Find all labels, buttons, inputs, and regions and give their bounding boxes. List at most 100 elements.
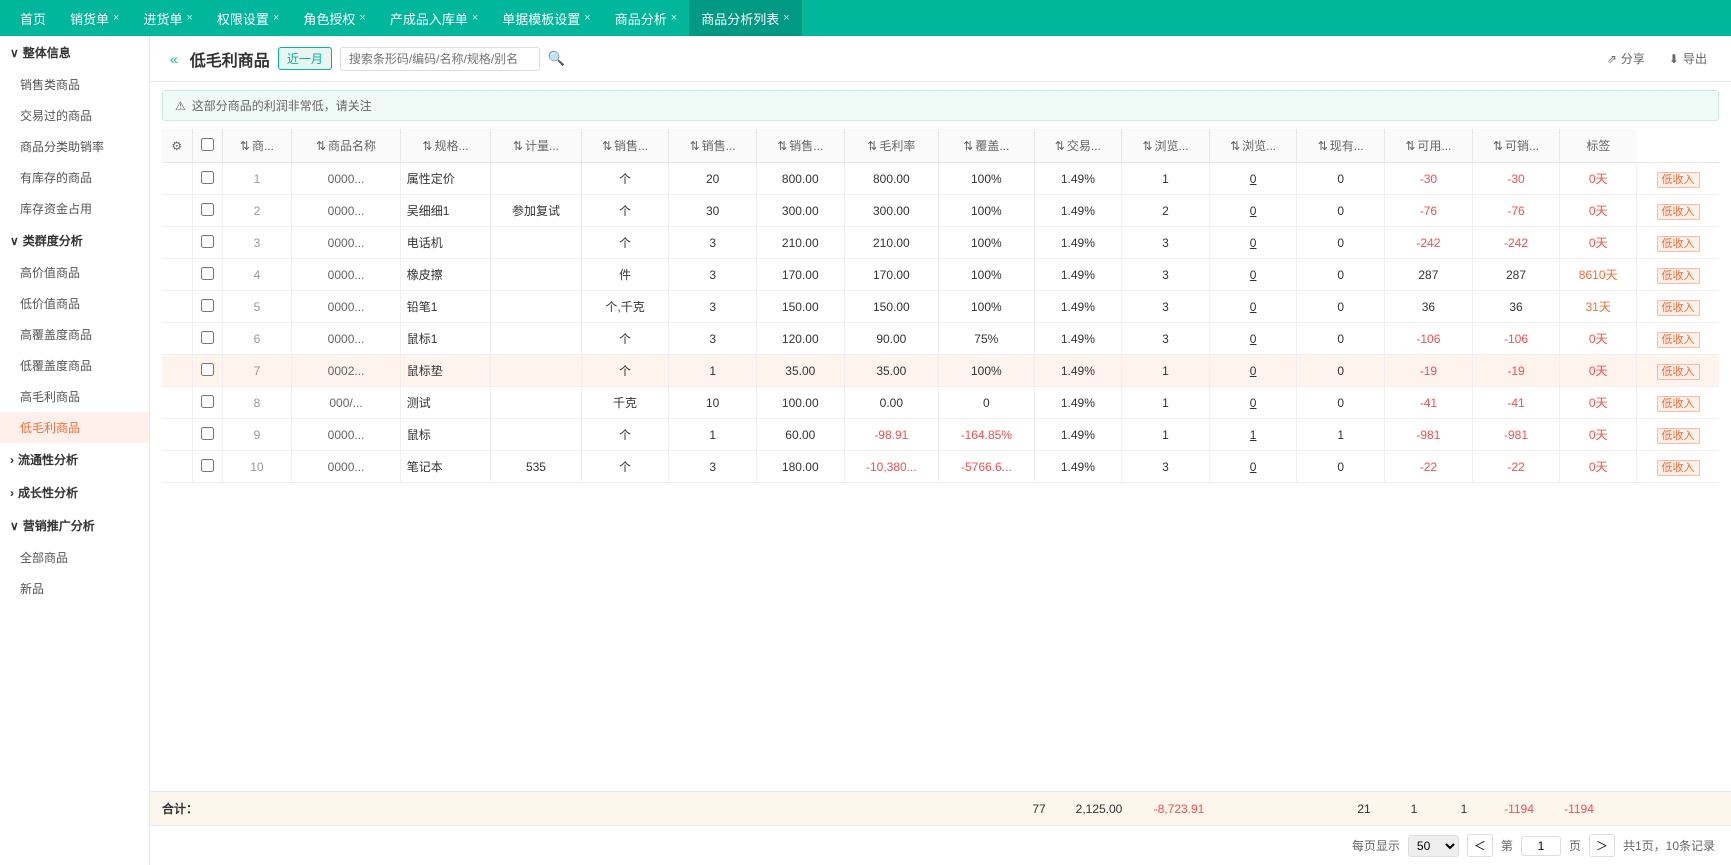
th-code[interactable]: ⇅ 商... <box>222 129 292 163</box>
sidebar-collapse-btn[interactable]: « <box>166 51 182 67</box>
sidebar-item-sales-products[interactable]: 销售类商品 <box>0 69 149 100</box>
sidebar-group-cluster[interactable]: ∨ 类群度分析 <box>0 224 149 257</box>
cell-checkbox[interactable] <box>192 195 222 227</box>
nav-close-role-auth[interactable]: × <box>359 12 365 24</box>
cell-name[interactable]: 铅笔1 <box>400 291 491 323</box>
page-number-input[interactable] <box>1521 836 1561 856</box>
th-sales-amount[interactable]: ⇅ 销售... <box>669 129 757 163</box>
th-browse2[interactable]: ⇅ 浏览... <box>1209 129 1297 163</box>
cell-checkbox[interactable] <box>192 163 222 195</box>
sidebar-group-overall[interactable]: ∨ 整体信息 <box>0 36 149 69</box>
th-available-stock[interactable]: ⇅ 可用... <box>1385 129 1473 163</box>
sidebar-item-all-products[interactable]: 全部商品 <box>0 542 149 573</box>
cell-name[interactable]: 鼠标 <box>400 419 491 451</box>
th-trade-count[interactable]: ⇅ 交易... <box>1034 129 1122 163</box>
time-filter-btn[interactable]: 近一月 <box>278 47 332 70</box>
nav-product-analysis[interactable]: 商品分析 × <box>603 0 689 36</box>
search-input[interactable] <box>340 47 540 71</box>
sidebar-item-high-margin[interactable]: 高毛利商品 <box>0 381 149 412</box>
sidebar-group-marketing[interactable]: ∨ 营销推广分析 <box>0 509 149 542</box>
select-all-checkbox[interactable] <box>201 138 214 151</box>
cell-browse1[interactable]: 0 <box>1209 323 1297 355</box>
next-page-btn[interactable]: ＞ <box>1589 834 1615 857</box>
cell-checkbox[interactable] <box>192 451 222 483</box>
nav-sales-order[interactable]: 销货单 × <box>58 0 131 36</box>
nav-close-sales-order[interactable]: × <box>113 12 119 24</box>
th-name[interactable]: ⇅ 商品名称 <box>292 129 400 163</box>
cell-name[interactable]: 橡皮擦 <box>400 259 491 291</box>
cell-browse1[interactable]: 0 <box>1209 259 1297 291</box>
cell-checkbox[interactable] <box>192 419 222 451</box>
th-spec[interactable]: ⇅ 规格... <box>400 129 491 163</box>
cell-checkbox[interactable] <box>192 291 222 323</box>
cell-name[interactable]: 吴细细1 <box>400 195 491 227</box>
sidebar-item-low-coverage[interactable]: 低覆盖度商品 <box>0 350 149 381</box>
export-button[interactable]: ⬇ 导出 <box>1661 46 1715 71</box>
cell-name[interactable]: 鼠标1 <box>400 323 491 355</box>
cell-name[interactable]: 鼠标垫 <box>400 355 491 387</box>
cell-checkbox[interactable] <box>192 355 222 387</box>
prev-page-btn[interactable]: ＜ <box>1467 834 1493 857</box>
nav-close-product-analysis[interactable]: × <box>671 12 677 24</box>
cell-browse1[interactable]: 0 <box>1209 355 1297 387</box>
th-sellable-days[interactable]: ⇅ 可销... <box>1472 129 1560 163</box>
row-checkbox[interactable] <box>201 427 214 440</box>
sidebar-group-growth[interactable]: › 成长性分析 <box>0 476 149 509</box>
search-button[interactable]: 🔍 <box>548 50 565 67</box>
nav-template-settings[interactable]: 单据模板设置 × <box>490 0 602 36</box>
nav-product-inbound[interactable]: 产成品入库单 × <box>378 0 490 36</box>
th-coverage[interactable]: ⇅ 覆盖... <box>939 129 1034 163</box>
nav-close-template[interactable]: × <box>584 12 590 24</box>
sidebar-group-circulation[interactable]: › 流通性分析 <box>0 443 149 476</box>
row-checkbox[interactable] <box>201 395 214 408</box>
th-sales-profit[interactable]: ⇅ 销售... <box>756 129 844 163</box>
sidebar-item-high-value[interactable]: 高价值商品 <box>0 257 149 288</box>
nav-product-analysis-list[interactable]: 商品分析列表 × <box>689 0 801 36</box>
th-tag[interactable]: 标签 <box>1560 129 1637 163</box>
sidebar-item-new-products[interactable]: 新品 <box>0 573 149 604</box>
row-checkbox[interactable] <box>201 459 214 472</box>
cell-browse1[interactable]: 0 <box>1209 451 1297 483</box>
cell-browse1[interactable]: 0 <box>1209 291 1297 323</box>
row-checkbox[interactable] <box>201 299 214 312</box>
cell-browse1[interactable]: 0 <box>1209 163 1297 195</box>
th-gross-margin[interactable]: ⇅ 毛利率 <box>844 129 938 163</box>
th-unit[interactable]: ⇅ 计量... <box>491 129 582 163</box>
row-checkbox[interactable] <box>201 331 214 344</box>
nav-permission-settings[interactable]: 权限设置 × <box>205 0 291 36</box>
nav-close-purchase-order[interactable]: × <box>186 12 192 24</box>
sidebar-item-stock-capital[interactable]: 库存资金占用 <box>0 193 149 224</box>
nav-role-auth[interactable]: 角色授权 × <box>291 0 377 36</box>
row-checkbox[interactable] <box>201 235 214 248</box>
nav-close-product-inbound[interactable]: × <box>472 12 478 24</box>
th-sales-qty[interactable]: ⇅ 销售... <box>581 129 669 163</box>
nav-close-permission[interactable]: × <box>273 12 279 24</box>
cell-checkbox[interactable] <box>192 259 222 291</box>
cell-browse1[interactable]: 0 <box>1209 195 1297 227</box>
sidebar-item-low-margin[interactable]: 低毛利商品 <box>0 412 149 443</box>
cell-browse1[interactable]: 0 <box>1209 227 1297 259</box>
nav-home[interactable]: 首页 <box>8 0 58 36</box>
cell-name[interactable]: 属性定价 <box>400 163 491 195</box>
page-size-select[interactable]: 50 100 200 <box>1408 835 1459 857</box>
row-checkbox[interactable] <box>201 171 214 184</box>
row-checkbox[interactable] <box>201 363 214 376</box>
nav-purchase-order[interactable]: 进货单 × <box>131 0 204 36</box>
nav-close-product-analysis-list[interactable]: × <box>783 12 789 24</box>
cell-name[interactable]: 测试 <box>400 387 491 419</box>
cell-name[interactable]: 笔记本 <box>400 451 491 483</box>
share-button[interactable]: ⇗ 分享 <box>1599 46 1653 71</box>
th-settings[interactable]: ⚙ <box>162 129 192 163</box>
row-checkbox[interactable] <box>201 203 214 216</box>
cell-checkbox[interactable] <box>192 227 222 259</box>
th-checkbox[interactable] <box>192 129 222 163</box>
th-browse1[interactable]: ⇅ 浏览... <box>1122 129 1210 163</box>
cell-browse1[interactable]: 0 <box>1209 387 1297 419</box>
cell-checkbox[interactable] <box>192 323 222 355</box>
sidebar-item-in-stock[interactable]: 有库存的商品 <box>0 162 149 193</box>
sidebar-item-traded-products[interactable]: 交易过的商品 <box>0 100 149 131</box>
cell-browse1[interactable]: 1 <box>1209 419 1297 451</box>
sidebar-item-low-value[interactable]: 低价值商品 <box>0 288 149 319</box>
cell-checkbox[interactable] <box>192 387 222 419</box>
row-checkbox[interactable] <box>201 267 214 280</box>
